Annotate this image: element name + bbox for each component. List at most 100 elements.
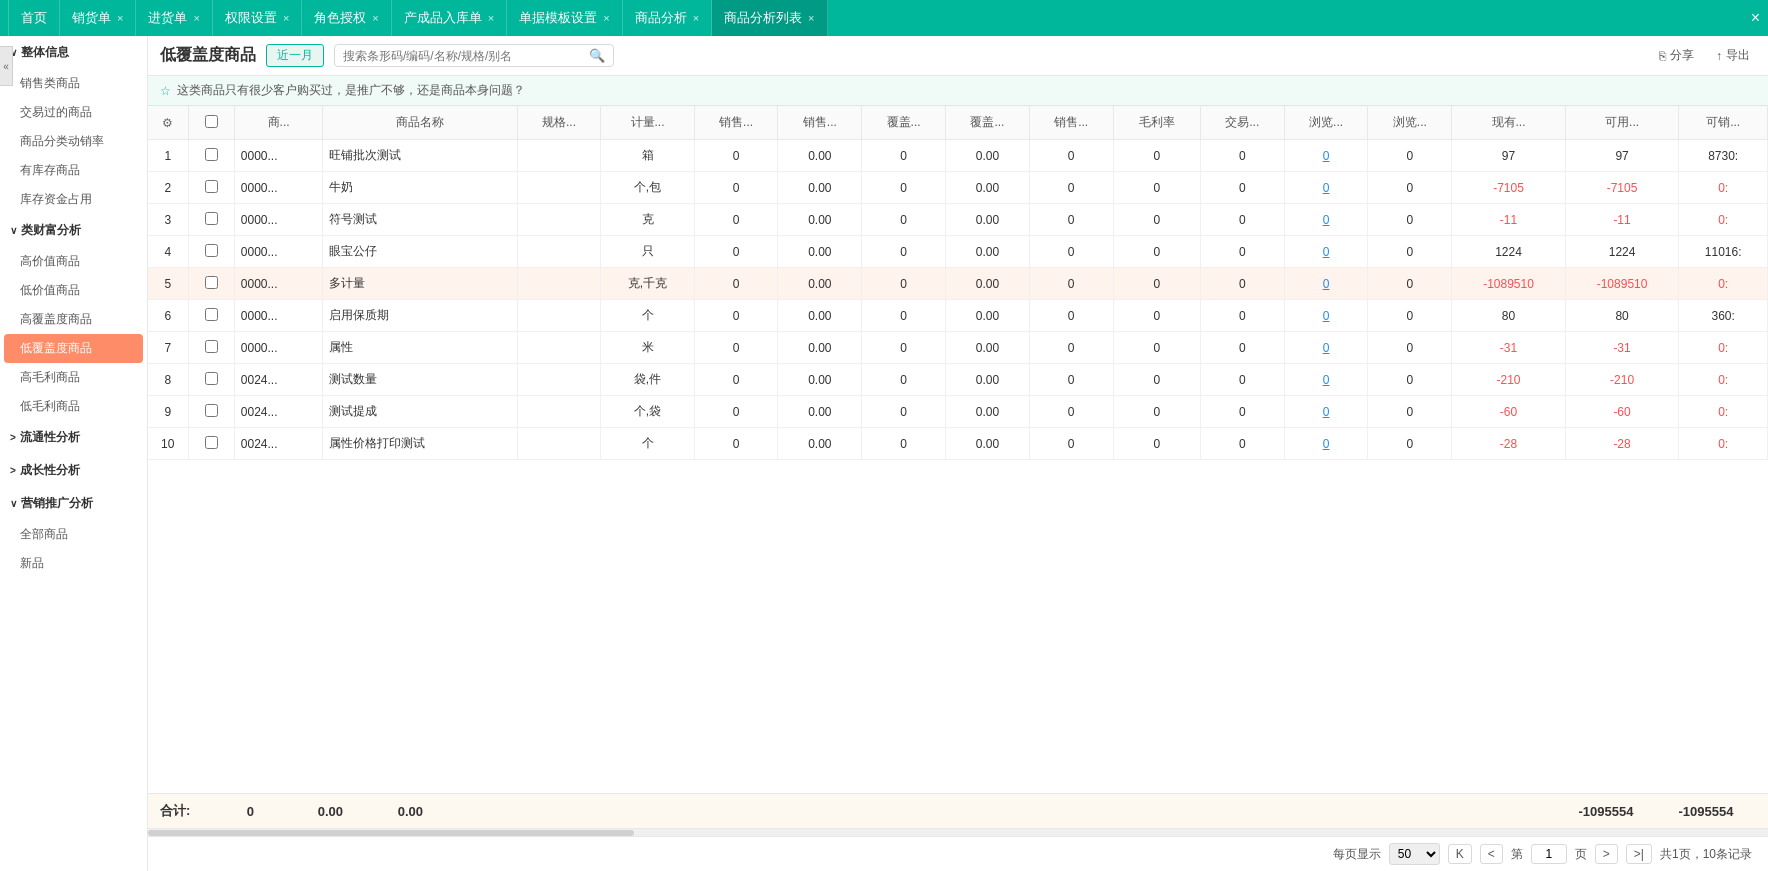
row-coverage1: 0 <box>862 364 946 396</box>
sidebar-item-low-margin[interactable]: 低毛利商品 <box>0 392 147 421</box>
row-available: -31 <box>1565 332 1679 364</box>
row-sales-amount: 0.00 <box>778 236 862 268</box>
col-stock[interactable]: 现有... <box>1452 106 1566 140</box>
sidebar-section-marketing[interactable]: ∨ 营销推广分析 <box>0 487 147 520</box>
row-browse1[interactable]: 0 <box>1284 332 1368 364</box>
row-available: -11 <box>1565 204 1679 236</box>
col-unit[interactable]: 计量... <box>601 106 694 140</box>
share-button[interactable]: ⎘ 分享 <box>1653 45 1700 66</box>
col-transaction[interactable]: 交易... <box>1200 106 1284 140</box>
row-browse1[interactable]: 0 <box>1284 300 1368 332</box>
banner-text: 这类商品只有很少客户购买过，是推广不够，还是商品本身问题？ <box>177 82 525 99</box>
row-browse1[interactable]: 0 <box>1284 396 1368 428</box>
col-sales3[interactable]: 销售... <box>1029 106 1113 140</box>
table-row: 4 0000... 眼宝公仔 只 0 0.00 0 0.00 0 0 0 0 0… <box>148 236 1768 268</box>
nav-tab-sales[interactable]: 销货单 × <box>60 0 136 36</box>
sidebar-section-growth[interactable]: > 成长性分析 <box>0 454 147 487</box>
time-filter-button[interactable]: 近一月 <box>266 44 324 67</box>
select-all-checkbox[interactable] <box>205 115 218 128</box>
nav-tab-purchase[interactable]: 进货单 × <box>136 0 212 36</box>
sidebar-item-stocked-goods[interactable]: 有库存商品 <box>0 156 147 185</box>
nav-tab-templates[interactable]: 单据模板设置 × <box>507 0 622 36</box>
row-browse1[interactable]: 0 <box>1284 268 1368 300</box>
sidebar-item-category-turnover[interactable]: 商品分类动销率 <box>0 127 147 156</box>
row-select-checkbox[interactable] <box>205 308 218 321</box>
close-tab-3[interactable]: × <box>283 12 289 24</box>
col-coverage1[interactable]: 覆盖... <box>862 106 946 140</box>
sidebar-item-sales-goods[interactable]: 销售类商品 <box>0 69 147 98</box>
close-tab-4[interactable]: × <box>372 12 378 24</box>
row-select-checkbox[interactable] <box>205 212 218 225</box>
export-button[interactable]: ↑ 导出 <box>1710 45 1756 66</box>
col-code[interactable]: 商... <box>234 106 323 140</box>
page-input[interactable] <box>1531 844 1567 864</box>
row-transaction: 0 <box>1200 140 1284 172</box>
sidebar-item-new-goods[interactable]: 新品 <box>0 549 147 578</box>
sidebar-item-all-goods[interactable]: 全部商品 <box>0 520 147 549</box>
col-sales-count[interactable]: 销售... <box>694 106 778 140</box>
row-spec <box>517 268 601 300</box>
close-tab-1[interactable]: × <box>117 12 123 24</box>
sidebar-item-high-coverage[interactable]: 高覆盖度商品 <box>0 305 147 334</box>
row-browse2: 0 <box>1368 268 1452 300</box>
window-close-button[interactable]: × <box>1751 9 1760 27</box>
nav-tab-product-analysis[interactable]: 商品分析 × <box>623 0 712 36</box>
last-page-button[interactable]: >| <box>1626 844 1652 864</box>
col-gross-rate[interactable]: 毛利率 <box>1113 106 1200 140</box>
close-tab-8[interactable]: × <box>808 12 814 24</box>
nav-tab-home[interactable]: 首页 <box>8 0 60 36</box>
next-page-button[interactable]: > <box>1595 844 1618 864</box>
sidebar-item-high-margin[interactable]: 高毛利商品 <box>0 363 147 392</box>
row-sales-count: 0 <box>694 172 778 204</box>
sidebar-collapse-button[interactable]: « <box>0 46 13 86</box>
row-select-checkbox[interactable] <box>205 276 218 289</box>
row-unit: 只 <box>601 236 694 268</box>
sidebar-section-overall[interactable]: ∨ 整体信息 <box>0 36 147 69</box>
row-select-checkbox[interactable] <box>205 436 218 449</box>
search-input[interactable] <box>343 49 589 63</box>
nav-tab-roles[interactable]: 角色授权 × <box>302 0 391 36</box>
row-browse1[interactable]: 0 <box>1284 428 1368 460</box>
first-page-button[interactable]: K <box>1448 844 1472 864</box>
row-select-checkbox[interactable] <box>205 244 218 257</box>
col-sales-amount[interactable]: 销售... <box>778 106 862 140</box>
col-sellable[interactable]: 可销... <box>1679 106 1768 140</box>
nav-tab-product-analysis-list[interactable]: 商品分析列表 × <box>712 0 827 36</box>
nav-tab-finished-goods[interactable]: 产成品入库单 × <box>392 0 507 36</box>
row-select-checkbox[interactable] <box>205 148 218 161</box>
row-code: 0024... <box>234 428 323 460</box>
col-spec[interactable]: 规格... <box>517 106 601 140</box>
sidebar-item-high-value[interactable]: 高价值商品 <box>0 247 147 276</box>
close-tab-6[interactable]: × <box>603 12 609 24</box>
sidebar-item-traded-goods[interactable]: 交易过的商品 <box>0 98 147 127</box>
row-select-checkbox[interactable] <box>205 404 218 417</box>
row-checkbox <box>188 236 234 268</box>
nav-tab-permissions[interactable]: 权限设置 × <box>213 0 302 36</box>
row-browse1[interactable]: 0 <box>1284 236 1368 268</box>
close-tab-5[interactable]: × <box>488 12 494 24</box>
row-browse1[interactable]: 0 <box>1284 364 1368 396</box>
row-browse1[interactable]: 0 <box>1284 140 1368 172</box>
sidebar-item-low-coverage[interactable]: 低覆盖度商品 <box>4 334 143 363</box>
settings-icon[interactable]: ⚙ <box>162 116 173 130</box>
row-select-checkbox[interactable] <box>205 180 218 193</box>
close-tab-7[interactable]: × <box>693 12 699 24</box>
col-settings[interactable]: ⚙ <box>148 106 188 140</box>
col-coverage2[interactable]: 覆盖... <box>946 106 1030 140</box>
prev-page-button[interactable]: < <box>1480 844 1503 864</box>
sidebar-section-wealth[interactable]: ∨ 类财富分析 <box>0 214 147 247</box>
close-tab-2[interactable]: × <box>193 12 199 24</box>
sidebar-item-low-value[interactable]: 低价值商品 <box>0 276 147 305</box>
col-browse2[interactable]: 浏览... <box>1368 106 1452 140</box>
page-size-select[interactable]: 50 100 200 <box>1389 843 1440 865</box>
row-select-checkbox[interactable] <box>205 372 218 385</box>
row-code: 0024... <box>234 364 323 396</box>
sidebar-section-liquidity[interactable]: > 流通性分析 <box>0 421 147 454</box>
col-available[interactable]: 可用... <box>1565 106 1679 140</box>
row-browse1[interactable]: 0 <box>1284 172 1368 204</box>
row-browse1[interactable]: 0 <box>1284 204 1368 236</box>
row-select-checkbox[interactable] <box>205 340 218 353</box>
col-name[interactable]: 商品名称 <box>323 106 517 140</box>
col-browse1[interactable]: 浏览... <box>1284 106 1368 140</box>
sidebar-item-inventory-capital[interactable]: 库存资金占用 <box>0 185 147 214</box>
